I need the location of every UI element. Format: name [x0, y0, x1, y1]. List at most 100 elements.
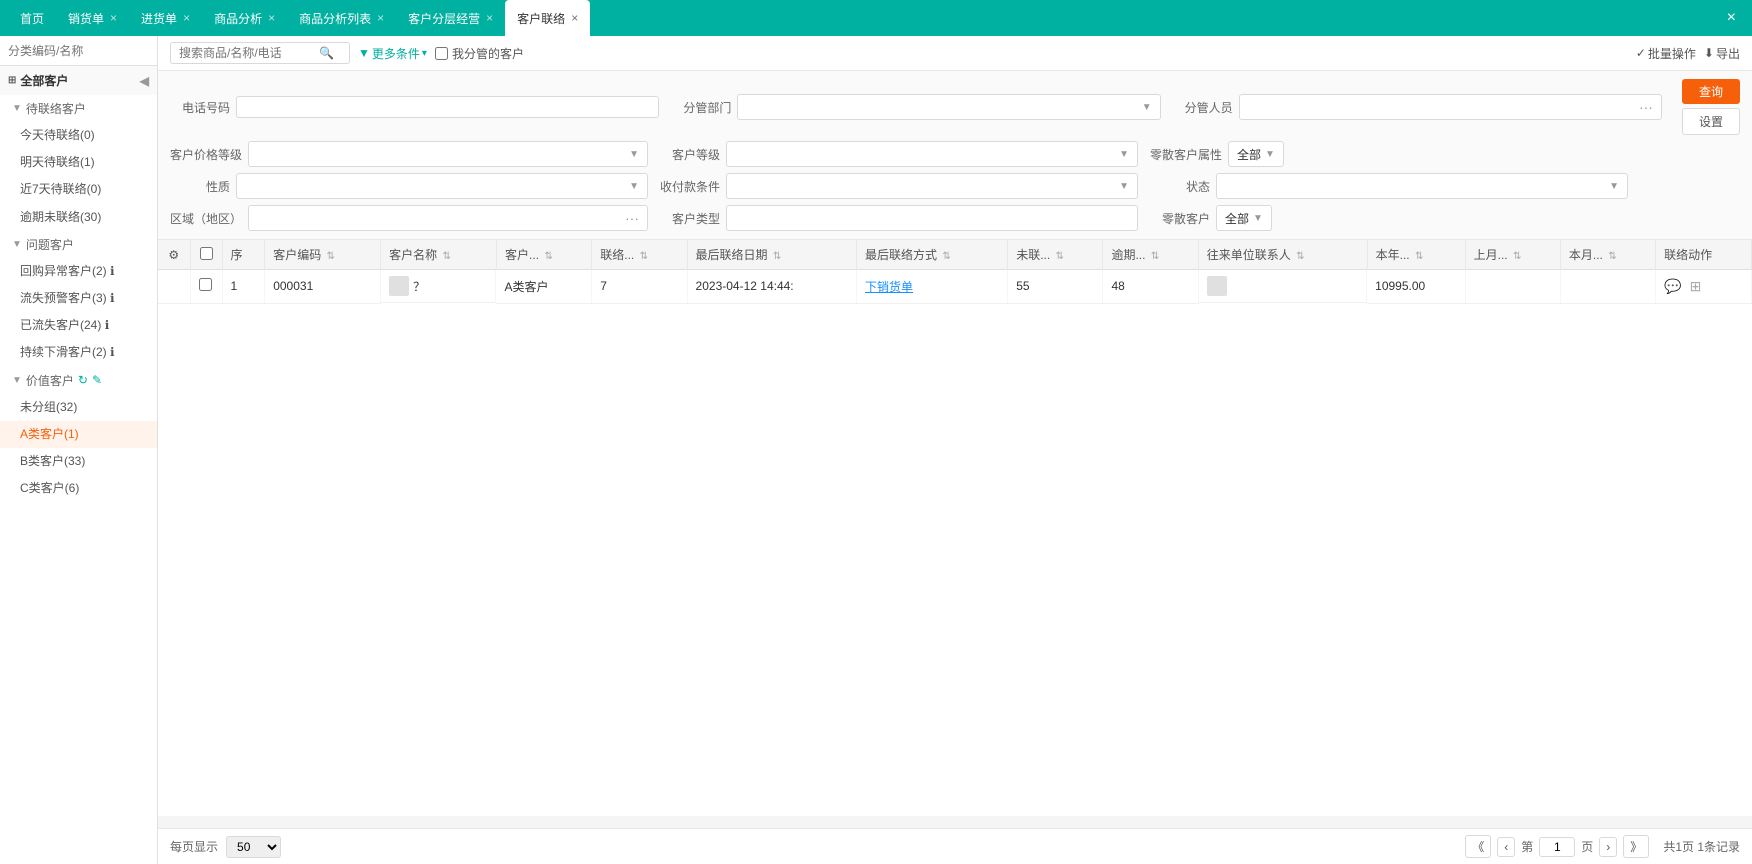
batch-op-btn[interactable]: ✓ 批量操作	[1636, 45, 1696, 62]
filter-select-customer-type[interactable]	[726, 205, 1138, 231]
sidebar-item-churn-warning[interactable]: 流失预警客户(3) ℹ	[0, 285, 157, 312]
sidebar-item-declining[interactable]: 持续下滑客户(2) ℹ	[0, 339, 157, 366]
sidebar-item-abnormal-repurchase[interactable]: 回购异常客户(2) ℹ	[0, 258, 157, 285]
th-last-contact-date[interactable]: 最后联络日期 ⇅	[687, 240, 856, 270]
close-window-btn[interactable]: ×	[1719, 5, 1744, 31]
th-overdue-days[interactable]: 逾期... ⇅	[1103, 240, 1198, 270]
sidebar-search-input[interactable]	[8, 44, 158, 58]
toolbar-search-icon[interactable]: 🔍	[319, 46, 334, 60]
ellipsis-icon-2: ···	[625, 210, 639, 226]
th-settings[interactable]: ⚙	[158, 240, 190, 270]
filter-select-nature[interactable]: ▼	[236, 173, 648, 199]
nav-tab-customer-layer-close[interactable]: ×	[486, 11, 493, 25]
toolbar-search-input[interactable]	[179, 46, 319, 60]
filter-select-region[interactable]: ···	[248, 205, 648, 231]
my-customer-checkbox-area[interactable]: 我分管的客户	[435, 45, 524, 62]
td-last-contact-method[interactable]: 下销货单	[856, 270, 1007, 304]
page-input[interactable]	[1539, 837, 1575, 857]
nav-tab-sales-close[interactable]: ×	[110, 11, 117, 25]
qr-action-btn[interactable]: ⊞	[1690, 278, 1702, 295]
chat-action-btn[interactable]: 💬	[1664, 278, 1681, 295]
sidebar-group-problem[interactable]: ▼ 问题客户	[0, 231, 157, 258]
filter-select-person[interactable]: ···	[1239, 94, 1662, 120]
toolbar-right: ✓ 批量操作 ⬇ 导出	[1636, 45, 1740, 62]
sidebar-item-b-class[interactable]: B类客户(33)	[0, 448, 157, 475]
horizontal-scrollbar[interactable]	[158, 816, 1752, 828]
nav-tab-purchase-close[interactable]: ×	[183, 11, 190, 25]
sort-icon-11: ⇅	[1513, 251, 1521, 262]
nav-tab-sales[interactable]: 销货单 ×	[56, 0, 129, 36]
filter-row-4: 区域（地区） ··· 客户类型 零散客户 全部 ▼	[170, 205, 1740, 231]
next-page-btn[interactable]: ›	[1599, 837, 1617, 857]
filter-select-dept[interactable]: ▼	[737, 94, 1160, 120]
nav-tab-goods-list[interactable]: 商品分析列表 ×	[287, 0, 396, 36]
td-customer-name: ？	[381, 270, 496, 303]
filter-select-status[interactable]: ▼	[1216, 173, 1628, 199]
th-this-month[interactable]: 本月... ⇅	[1560, 240, 1655, 270]
filter-input-phone[interactable]	[236, 96, 659, 118]
th-last-contact-method[interactable]: 最后联络方式 ⇅	[856, 240, 1007, 270]
th-customer-code[interactable]: 客户编码 ⇅	[265, 240, 381, 270]
sidebar-collapse-btn[interactable]: ◀	[140, 74, 149, 88]
th-this-year[interactable]: 本年... ⇅	[1367, 240, 1465, 270]
toolbar-search-bar: 🔍	[170, 42, 350, 64]
sidebar-group-pending[interactable]: ▼ 待联络客户	[0, 95, 157, 122]
filter-select-scatter[interactable]: 全部 ▼	[1216, 205, 1272, 231]
sidebar-item-7days-pending[interactable]: 近7天待联络(0)	[0, 176, 157, 203]
last-contact-method-link[interactable]: 下销货单	[865, 280, 913, 294]
sidebar-item-ungrouped[interactable]: 未分组(32)	[0, 394, 157, 421]
th-last-month[interactable]: 上月... ⇅	[1465, 240, 1560, 270]
last-page-btn[interactable]: 》	[1623, 835, 1649, 858]
sidebar-item-c-class[interactable]: C类客户(6)	[0, 475, 157, 502]
export-btn[interactable]: ⬇ 导出	[1704, 45, 1740, 62]
nav-tab-purchase[interactable]: 进货单 ×	[129, 0, 202, 36]
filter-select-payment[interactable]: ▼	[726, 173, 1138, 199]
prev-page-btn[interactable]: ‹	[1497, 837, 1515, 857]
td-overdue-days: 48	[1103, 270, 1198, 304]
nav-tab-goods-list-close[interactable]: ×	[377, 11, 384, 25]
my-customer-checkbox[interactable]	[435, 47, 448, 60]
filter-row-3: 性质 ▼ 收付款条件 ▼ 状态	[170, 173, 1740, 199]
page-size-select[interactable]: 50 10 20 100	[226, 836, 281, 858]
search-btn[interactable]: 查询	[1682, 79, 1740, 104]
th-company-contact[interactable]: 往来单位联系人 ⇅	[1198, 240, 1367, 270]
sidebar-item-tomorrow-pending[interactable]: 明天待联络(1)	[0, 149, 157, 176]
th-checkbox[interactable]	[190, 240, 222, 270]
filter-label-region: 区域（地区）	[170, 210, 242, 227]
th-no-contact-days[interactable]: 未联... ⇅	[1008, 240, 1103, 270]
sidebar-all-customers[interactable]: ⊞ 全部客户 ◀	[0, 66, 157, 95]
nav-tab-customer-layer[interactable]: 客户分层经营 ×	[396, 0, 505, 36]
filter-label-status: 状态	[1150, 178, 1210, 195]
td-index: 1	[222, 270, 265, 304]
sidebar-item-a-class[interactable]: A类客户(1)	[0, 421, 157, 448]
filter-item-dept: 分管部门 ▼	[671, 94, 1160, 120]
td-checkbox[interactable]	[190, 270, 222, 304]
filter-select-scatter-attr-value: 全部	[1237, 146, 1261, 163]
refresh-icon[interactable]: ↻	[78, 373, 88, 387]
filter-select-scatter-attr[interactable]: 全部 ▼	[1228, 141, 1284, 167]
settings-btn[interactable]: 设置	[1682, 108, 1740, 135]
sidebar-item-today-pending[interactable]: 今天待联络(0)	[0, 122, 157, 149]
sidebar-item-overdue-pending[interactable]: 逾期未联络(30)	[0, 204, 157, 231]
more-filter-btn[interactable]: ▼ 更多条件 ▾	[358, 45, 427, 62]
select-all-checkbox[interactable]	[200, 247, 213, 260]
sidebar-group-value[interactable]: ▼ 价值客户 ↻ ✎	[0, 367, 157, 394]
sidebar-item-churned[interactable]: 已流失客户(24) ℹ	[0, 312, 157, 339]
sidebar-all-customers-label: 全部客户	[20, 72, 68, 89]
nav-tab-home[interactable]: 首页	[8, 0, 56, 36]
filter-select-customer-level[interactable]: ▼	[726, 141, 1138, 167]
sort-icon-2: ⇅	[442, 251, 450, 262]
sort-icon-8: ⇅	[1151, 251, 1159, 262]
row-checkbox[interactable]	[199, 278, 212, 291]
nav-tab-goods-analysis-close[interactable]: ×	[268, 11, 275, 25]
th-customer-type[interactable]: 客户... ⇅	[496, 240, 591, 270]
edit-group-icon[interactable]: ✎	[92, 373, 102, 387]
filter-select-price-level[interactable]: ▼	[248, 141, 648, 167]
filter-item-payment: 收付款条件 ▼	[660, 173, 1138, 199]
nav-tab-customer-contact[interactable]: 客户联络 ×	[505, 0, 590, 36]
th-customer-name[interactable]: 客户名称 ⇅	[381, 240, 497, 270]
nav-tab-goods-analysis[interactable]: 商品分析 ×	[202, 0, 287, 36]
nav-tab-customer-contact-close[interactable]: ×	[571, 11, 578, 25]
first-page-btn[interactable]: 《	[1465, 835, 1491, 858]
th-contact-count[interactable]: 联络... ⇅	[592, 240, 687, 270]
